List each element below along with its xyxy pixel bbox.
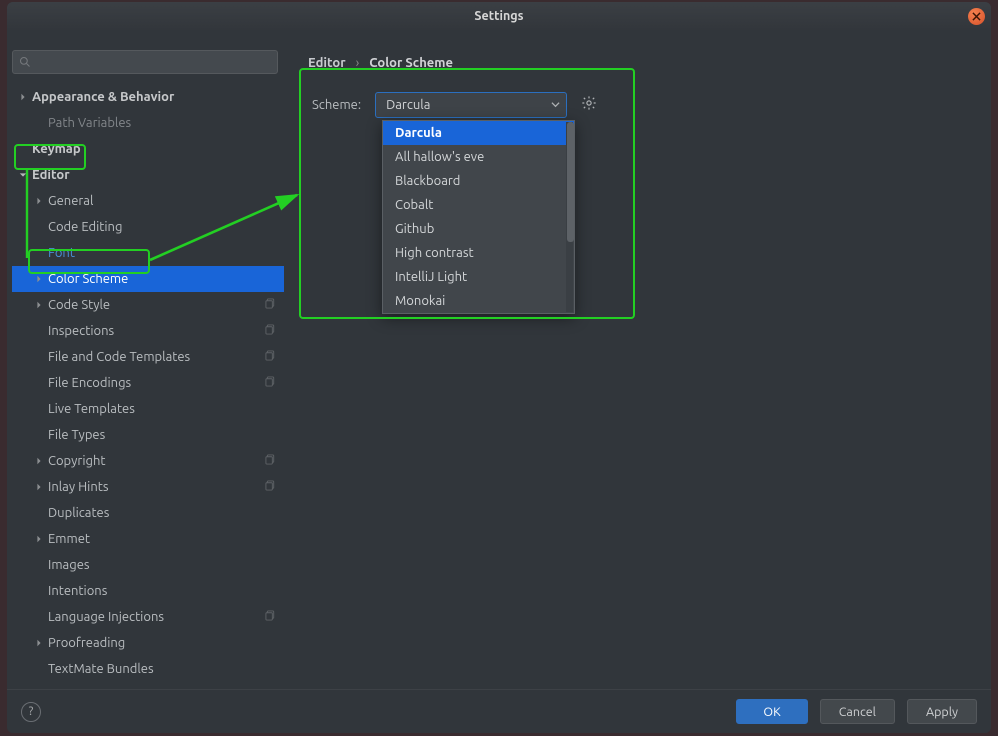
tree-item-label: Proofreading <box>48 636 125 650</box>
chevron-down-icon <box>551 98 560 112</box>
tree-item[interactable]: Code Style <box>12 292 284 318</box>
scope-icon <box>265 480 276 494</box>
tree-item[interactable]: Language Injections <box>12 604 284 630</box>
tree-item-label: Images <box>48 558 90 572</box>
tree-item[interactable]: File and Code Templates <box>12 344 284 370</box>
caret-right-icon <box>34 456 44 466</box>
scheme-label: Scheme: <box>312 98 361 112</box>
tree-item-label: Duplicates <box>48 506 109 520</box>
scope-icon <box>265 610 276 624</box>
caret-right-icon <box>34 196 44 206</box>
caret-right-icon <box>34 638 44 648</box>
tree-item-label: Code Editing <box>48 220 122 234</box>
breadcrumb-current: Color Scheme <box>369 56 453 70</box>
tree-item[interactable]: Code Editing <box>12 214 284 240</box>
gear-icon[interactable] <box>581 95 597 115</box>
tree-item-label: General <box>48 194 93 208</box>
tree-item-label: Path Variables <box>48 116 131 130</box>
settings-sidebar: Appearance & Behavior Path Variables Keyma… <box>12 50 284 710</box>
tree-item-label: Font <box>48 246 75 260</box>
scheme-option[interactable]: All hallow's eve <box>383 145 574 169</box>
dropdown-scrollbar-thumb[interactable] <box>567 122 574 242</box>
tree-item-label: Emmet <box>48 532 90 546</box>
caret-right-icon <box>34 300 44 310</box>
caret-down-icon <box>18 170 28 180</box>
tree-item[interactable]: General <box>12 188 284 214</box>
tree-item-label: Appearance & Behavior <box>32 90 174 104</box>
tree-item[interactable]: Font <box>12 240 284 266</box>
scheme-select[interactable]: Darcula <box>375 92 567 118</box>
tree-item-label: File and Code Templates <box>48 350 190 364</box>
tree-item[interactable]: Intentions <box>12 578 284 604</box>
titlebar: Settings <box>7 2 991 30</box>
help-button[interactable]: ? <box>21 702 41 722</box>
tree-item-label: Copyright <box>48 454 106 468</box>
tree-item[interactable]: Color Scheme <box>12 266 284 292</box>
tree-item[interactable]: Live Templates <box>12 396 284 422</box>
window-title: Settings <box>474 9 523 23</box>
tree-item[interactable]: Emmet <box>12 526 284 552</box>
tree-item[interactable]: Copyright <box>12 448 284 474</box>
caret-right-icon <box>34 482 44 492</box>
breadcrumb: Editor › Color Scheme <box>302 50 979 84</box>
tree-item[interactable]: Proofreading <box>12 630 284 656</box>
caret-right-icon <box>18 92 28 102</box>
tree-item[interactable]: Duplicates <box>12 500 284 526</box>
tree-item[interactable]: Path Variables <box>12 110 284 136</box>
tree-item-label: Intentions <box>48 584 107 598</box>
scheme-select-value: Darcula <box>386 98 430 112</box>
scheme-option[interactable]: High contrast <box>383 241 574 265</box>
search-icon <box>19 56 31 68</box>
tree-item[interactable]: Appearance & Behavior <box>12 84 284 110</box>
caret-right-icon <box>34 534 44 544</box>
close-button[interactable] <box>968 8 985 25</box>
scheme-option[interactable]: IntelliJ Light <box>383 265 574 289</box>
settings-search[interactable] <box>12 50 278 74</box>
tree-item[interactable]: Keymap <box>12 136 284 162</box>
scope-icon <box>265 376 276 390</box>
tree-item[interactable]: TextMate Bundles <box>12 656 284 682</box>
tree-item-label: TextMate Bundles <box>48 662 154 676</box>
scheme-option[interactable]: Darcula <box>383 121 574 145</box>
breadcrumb-root[interactable]: Editor <box>308 56 346 70</box>
tree-item[interactable]: File Encodings <box>12 370 284 396</box>
tree-item-label: File Types <box>48 428 105 442</box>
cancel-button[interactable]: Cancel <box>820 699 895 724</box>
tree-item-label: Color Scheme <box>48 272 128 286</box>
scheme-option[interactable]: Cobalt <box>383 193 574 217</box>
settings-main: Editor › Color Scheme Scheme: Darcula Da… <box>302 50 979 685</box>
settings-dialog: Settings Appearance & Behavior Path Varia… <box>7 2 991 733</box>
tree-item-label: Code Style <box>48 298 110 312</box>
tree-item-label: Editor <box>32 168 70 182</box>
apply-button[interactable]: Apply <box>907 699 977 724</box>
scheme-option[interactable]: Blackboard <box>383 169 574 193</box>
scheme-dropdown[interactable]: DarculaAll hallow's eveBlackboardCobaltG… <box>382 120 575 314</box>
tree-item[interactable]: Editor <box>12 162 284 188</box>
tree-item-label: Language Injections <box>48 610 164 624</box>
scope-icon <box>265 454 276 468</box>
scope-icon <box>265 298 276 312</box>
tree-item[interactable]: Inspections <box>12 318 284 344</box>
caret-right-icon <box>34 274 44 284</box>
dialog-footer: ? OK Cancel Apply <box>7 689 991 733</box>
tree-item[interactable]: Images <box>12 552 284 578</box>
settings-search-input[interactable] <box>35 56 271 69</box>
scope-icon <box>265 324 276 338</box>
tree-item[interactable]: Inlay Hints <box>12 474 284 500</box>
settings-tree: Appearance & Behavior Path Variables Keyma… <box>12 84 284 708</box>
tree-item-label: Inlay Hints <box>48 480 109 494</box>
ok-button[interactable]: OK <box>736 699 807 724</box>
scope-icon <box>265 350 276 364</box>
tree-item-label: Inspections <box>48 324 114 338</box>
scheme-option[interactable]: Monokai <box>383 289 574 313</box>
tree-item-label: File Encodings <box>48 376 131 390</box>
scheme-option[interactable]: Github <box>383 217 574 241</box>
tree-item[interactable]: File Types <box>12 422 284 448</box>
tree-item-label: Live Templates <box>48 402 135 416</box>
tree-item-label: Keymap <box>32 142 81 156</box>
breadcrumb-sep: › <box>356 56 360 70</box>
